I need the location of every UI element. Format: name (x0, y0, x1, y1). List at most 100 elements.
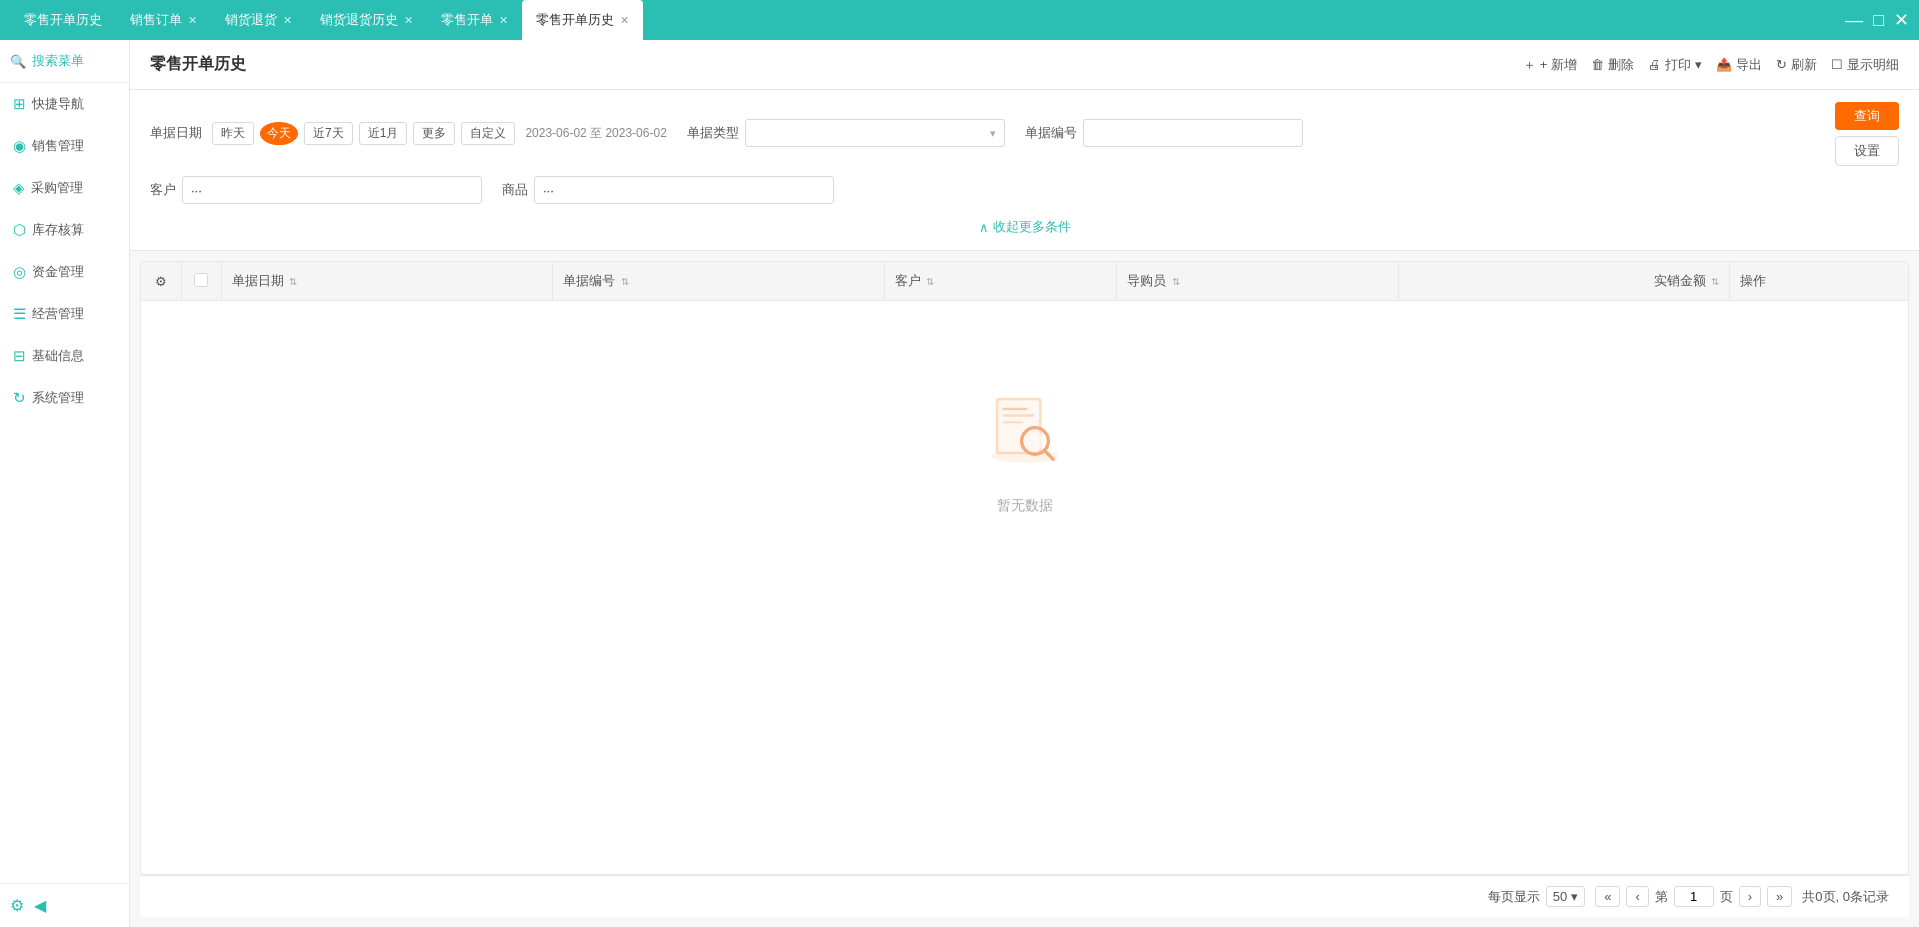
date-label: 单据日期 (150, 124, 202, 142)
tab-close-sales-return[interactable]: ✕ (283, 14, 292, 27)
page-unit: 页 (1720, 888, 1733, 906)
tab-retail-history[interactable]: 零售开单历史 ✕ (522, 0, 643, 40)
maximize-icon[interactable]: □ (1873, 10, 1884, 31)
empty-state: 暂无数据 (141, 301, 1908, 595)
date-btn-yesterday[interactable]: 昨天 (212, 122, 254, 145)
date-btn-custom[interactable]: 自定义 (461, 122, 515, 145)
sidebar-item-basic-info[interactable]: ⊟ 基础信息 (0, 335, 129, 377)
prev-page-btn[interactable]: ‹ (1626, 886, 1648, 907)
add-icon: ＋ (1523, 56, 1536, 74)
sidebar-item-finance[interactable]: ◎ 资金管理 (0, 251, 129, 293)
customer-select[interactable]: ··· (182, 176, 482, 204)
delete-icon: 🗑 (1591, 57, 1604, 72)
tab-home[interactable]: 零售开单历史 (10, 0, 116, 40)
date-btn-1month[interactable]: 近1月 (359, 122, 408, 145)
goods-filter-group: 商品 ··· (502, 176, 834, 204)
page-size-value: 50 (1553, 889, 1567, 904)
add-button[interactable]: ＋ + 新增 (1523, 56, 1577, 74)
sidebar-search[interactable]: 🔍 搜索菜单 (0, 40, 129, 83)
last-page-btn[interactable]: » (1767, 886, 1792, 907)
number-input[interactable] (1083, 119, 1303, 147)
checkbox-icon: ☐ (1831, 57, 1843, 72)
export-icon: 📤 (1716, 57, 1732, 72)
page-title-row: 零售开单历史 ＋ + 新增 🗑 删除 🖨 打印 ▾ (150, 54, 1899, 75)
collapse-sidebar-icon[interactable]: ◀ (34, 896, 46, 915)
settings-button[interactable]: 设置 (1835, 136, 1899, 166)
tab-sales-return-history[interactable]: 销货退货历史 ✕ (306, 0, 427, 40)
delete-button[interactable]: 🗑 删除 (1591, 56, 1634, 74)
table-header-row: ⚙ 单据日期 ⇅ 单据编号 ⇅ (141, 262, 1908, 301)
tab-sales-return[interactable]: 销货退货 ✕ (211, 0, 306, 40)
minimize-icon[interactable]: — (1845, 10, 1863, 31)
customer-label: 客户 (150, 181, 176, 199)
inventory-icon: ⬡ (13, 221, 26, 239)
sidebar-item-purchase-mgmt[interactable]: ◈ 采购管理 (0, 167, 129, 209)
page-size-select[interactable]: 50 ▾ (1546, 886, 1585, 907)
gear-icon[interactable]: ⚙ (155, 274, 167, 289)
header-checkbox[interactable] (194, 273, 208, 287)
date-btn-7days[interactable]: 近7天 (304, 122, 353, 145)
sort-customer-icon[interactable]: ⇅ (926, 276, 934, 287)
filter-row-2: 客户 ··· 商品 ··· (150, 176, 1899, 204)
export-button[interactable]: 📤 导出 (1716, 56, 1762, 74)
query-button[interactable]: 查询 (1835, 102, 1899, 130)
settings-icon[interactable]: ⚙ (10, 896, 24, 915)
svg-rect-3 (1002, 408, 1027, 411)
sidebar-item-system[interactable]: ↻ 系统管理 (0, 377, 129, 419)
th-gear[interactable]: ⚙ (141, 262, 181, 301)
date-btn-more[interactable]: 更多 (413, 122, 455, 145)
next-page-btn[interactable]: › (1739, 886, 1761, 907)
pagination-bar: 每页显示 50 ▾ « ‹ 第 页 › » 共0页, 0条记录 (140, 875, 1909, 917)
quick-nav-icon: ⊞ (13, 95, 26, 113)
sidebar-item-operations[interactable]: ☰ 经营管理 (0, 293, 129, 335)
date-range: 2023-06-02 至 2023-06-02 (525, 125, 666, 142)
tab-close-sales-return-history[interactable]: ✕ (404, 14, 413, 27)
data-table: ⚙ 单据日期 ⇅ 单据编号 ⇅ (141, 262, 1908, 595)
tab-bar-window-controls: — □ ✕ (1845, 9, 1909, 31)
sidebar-item-label: 快捷导航 (32, 95, 84, 113)
sort-number-icon[interactable]: ⇅ (621, 276, 629, 287)
sort-amount-icon[interactable]: ⇅ (1711, 276, 1719, 287)
operations-icon: ☰ (13, 305, 26, 323)
print-button[interactable]: 🖨 打印 ▾ (1648, 56, 1702, 74)
sidebar-item-sales-mgmt[interactable]: ◉ 销售管理 (0, 125, 129, 167)
window-close-icon[interactable]: ✕ (1894, 9, 1909, 31)
type-label: 单据类型 (687, 124, 739, 142)
tab-close-sales-order[interactable]: ✕ (188, 14, 197, 27)
refresh-button[interactable]: ↻ 刷新 (1776, 56, 1817, 74)
search-icon: 🔍 (10, 54, 26, 69)
sidebar-item-label: 系统管理 (32, 389, 84, 407)
page-size-label: 每页显示 (1488, 888, 1540, 906)
sidebar-item-inventory[interactable]: ⬡ 库存核算 (0, 209, 129, 251)
empty-text: 暂无数据 (997, 497, 1053, 515)
show-detail-button[interactable]: ☐ 显示明细 (1831, 56, 1899, 74)
customer-dots: ··· (191, 183, 202, 198)
sort-guide-icon[interactable]: ⇅ (1172, 276, 1180, 287)
sidebar-item-quick-nav[interactable]: ⊞ 快捷导航 (0, 83, 129, 125)
collapse-more-btn[interactable]: ∧ 收起更多条件 (150, 214, 1899, 244)
tab-close-retail-open[interactable]: ✕ (499, 14, 508, 27)
th-checkbox[interactable] (181, 262, 221, 301)
sort-date-icon[interactable]: ⇅ (289, 276, 297, 287)
query-buttons: 查询 设置 (1835, 100, 1899, 166)
th-action: 操作 (1730, 262, 1908, 301)
date-filter-group: 单据日期 昨天 今天 近7天 近1月 更多 自定义 2023-06-02 至 2… (150, 122, 667, 145)
print-dropdown-icon: ▾ (1695, 57, 1702, 72)
basic-info-icon: ⊟ (13, 347, 26, 365)
finance-icon: ◎ (13, 263, 26, 281)
page-label: 第 (1655, 888, 1668, 906)
toolbar: ＋ + 新增 🗑 删除 🖨 打印 ▾ 📤 导出 (1523, 56, 1899, 74)
page-input[interactable] (1674, 886, 1714, 907)
sidebar-item-label: 库存核算 (32, 221, 84, 239)
date-btn-today[interactable]: 今天 (260, 122, 298, 145)
tab-retail-open[interactable]: 零售开单 ✕ (427, 0, 522, 40)
first-page-btn[interactable]: « (1595, 886, 1620, 907)
goods-select[interactable]: ··· (534, 176, 834, 204)
sidebar-item-label: 采购管理 (31, 179, 83, 197)
tab-close-retail-history[interactable]: ✕ (620, 14, 629, 27)
tab-sales-order[interactable]: 销售订单 ✕ (116, 0, 211, 40)
sidebar-search-label: 搜索菜单 (32, 52, 84, 70)
type-filter-group: 单据类型 ▾ (687, 119, 1005, 147)
type-select[interactable]: ▾ (745, 119, 1005, 147)
filter-row-1: 单据日期 昨天 今天 近7天 近1月 更多 自定义 2023-06-02 至 2… (150, 100, 1899, 166)
